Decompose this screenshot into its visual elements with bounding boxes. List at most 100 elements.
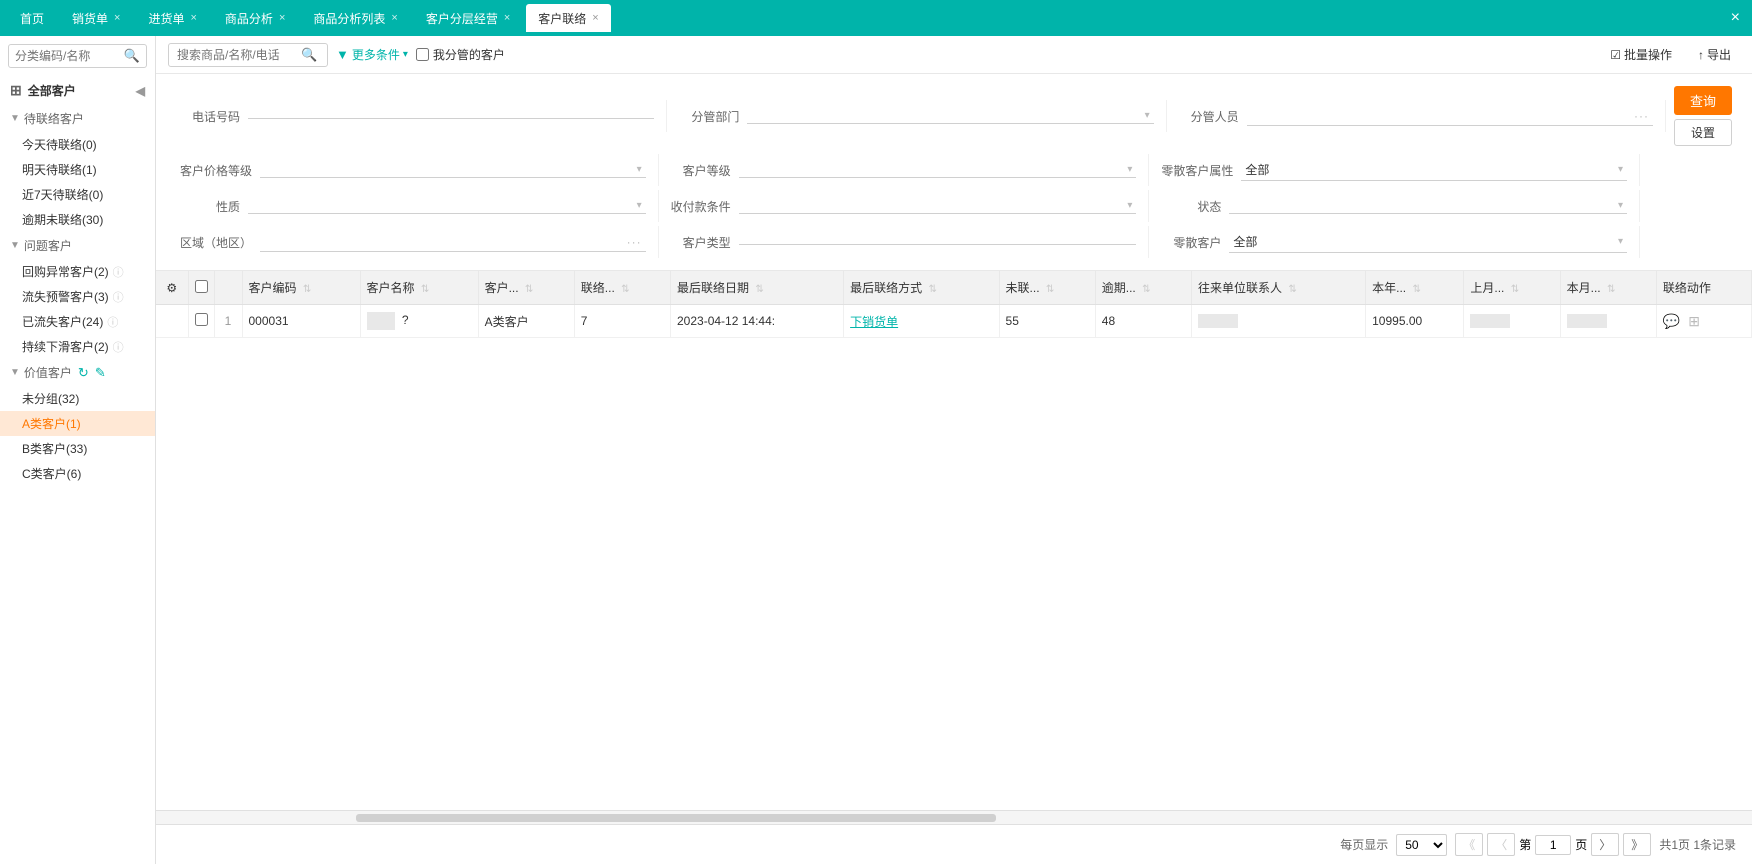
table-wrapper: ⚙ 客户编码 ⇅ 客户名称 ⇅	[156, 271, 1752, 810]
last-contact-method-column-header[interactable]: 最后联络方式 ⇅	[844, 271, 999, 305]
more-action-icon[interactable]: ⊞	[1688, 313, 1700, 330]
next-page-button[interactable]: 〉	[1591, 833, 1619, 856]
close-customer-layer-icon[interactable]: ×	[504, 12, 510, 24]
last-month-column-header[interactable]: 上月... ⇅	[1464, 271, 1560, 305]
close-purchase-icon[interactable]: ×	[190, 12, 196, 24]
sidebar-item-today[interactable]: 今天待联络(0)	[0, 132, 155, 157]
section-value-customers[interactable]: ▼ 价值客户 ↻ ✎	[0, 359, 155, 386]
sidebar-collapse-icon[interactable]: ◀	[136, 84, 145, 98]
this-month-column-header[interactable]: 本月... ⇅	[1560, 271, 1656, 305]
sidebar-item-repurchase-abnormal[interactable]: 回购异常客户(2) ⓘ	[0, 259, 155, 284]
sidebar-all-customers[interactable]: ⊞ 全部客户 ◀	[0, 76, 155, 105]
company-contact-column-header[interactable]: 往来单位联系人 ⇅	[1191, 271, 1365, 305]
customer-type-input[interactable]	[739, 240, 1137, 245]
retail-customer-input[interactable]: 全部 ▾	[1229, 231, 1627, 253]
nav-tab-sales[interactable]: 销货单 ×	[60, 4, 132, 32]
contacts-column-header[interactable]: 联络... ⇅	[574, 271, 670, 305]
nav-tab-home[interactable]: 首页	[8, 4, 56, 32]
export-button[interactable]: ↑ 导出	[1689, 42, 1740, 67]
company-contact-col-label: 往来单位联系人	[1198, 281, 1282, 295]
refresh-icon[interactable]: ↻	[78, 365, 89, 381]
sidebar-search-box[interactable]: 🔍	[8, 44, 147, 68]
customer-level-input[interactable]: ▾	[739, 162, 1137, 178]
sidebar-item-class-b[interactable]: B类客户(33)	[0, 436, 155, 461]
close-goods-analysis-icon[interactable]: ×	[279, 12, 285, 24]
close-customer-contact-icon[interactable]: ×	[592, 12, 598, 24]
checkbox-column-header[interactable]	[188, 271, 214, 305]
search-box[interactable]: 🔍	[168, 43, 328, 67]
last-contact-date-column-header[interactable]: 最后联络日期 ⇅	[671, 271, 844, 305]
nav-tab-goods-analysis[interactable]: 商品分析 ×	[213, 4, 297, 32]
page-size-select[interactable]: 50 10 20 100	[1396, 834, 1447, 856]
settings-button[interactable]: 设置	[1674, 119, 1732, 146]
scroll-thumb[interactable]	[356, 814, 996, 822]
retail-attr-input[interactable]: 全部 ▾	[1241, 159, 1627, 181]
nav-tab-customer-contact[interactable]: 客户联络 ×	[526, 4, 610, 32]
sidebar-search-icon[interactable]: 🔍	[124, 48, 140, 64]
edit-icon[interactable]: ✎	[95, 365, 106, 381]
search-icon[interactable]: 🔍	[301, 47, 317, 63]
phone-input[interactable]	[248, 114, 654, 119]
manager-input[interactable]: ···	[1247, 107, 1653, 126]
select-all-checkbox[interactable]	[195, 280, 208, 293]
section-problem-customers[interactable]: ▼ 问题客户	[0, 232, 155, 259]
horizontal-scrollbar[interactable]	[156, 810, 1752, 824]
nature-input[interactable]: ▾	[248, 198, 646, 214]
search-button[interactable]: 查询	[1674, 86, 1732, 115]
sidebar-item-declining[interactable]: 持续下滑客户(2) ⓘ	[0, 334, 155, 359]
sidebar-item-churned[interactable]: 已流失客户(24) ⓘ	[0, 309, 155, 334]
last-contact-date-col-label: 最后联络日期	[677, 281, 749, 295]
prev-page-button[interactable]: 〈	[1487, 833, 1515, 856]
close-sales-icon[interactable]: ×	[114, 12, 120, 24]
first-page-button[interactable]: 《	[1455, 833, 1483, 856]
sidebar-item-churn-warning[interactable]: 流失预警客户(3) ⓘ	[0, 284, 155, 309]
overdue-column-header[interactable]: 逾期... ⇅	[1095, 271, 1191, 305]
sidebar-search-input[interactable]	[15, 49, 124, 63]
status-input[interactable]: ▾	[1229, 198, 1627, 214]
nav-tab-purchase[interactable]: 进货单 ×	[136, 4, 208, 32]
code-column-header[interactable]: 客户编码 ⇅	[242, 271, 360, 305]
batch-op-button[interactable]: ☑ 批量操作	[1601, 42, 1681, 67]
row-code-cell[interactable]: 000031	[242, 305, 360, 338]
row-name-cell[interactable]: ?	[360, 305, 478, 338]
payment-input[interactable]: ▾	[739, 198, 1137, 214]
customer-type-column-header[interactable]: 客户... ⇅	[478, 271, 574, 305]
nav-tab-goods-list[interactable]: 商品分析列表 ×	[301, 4, 409, 32]
export-icon: ↑	[1698, 48, 1704, 62]
nav-tab-customer-layer[interactable]: 客户分层经营 ×	[414, 4, 522, 32]
today-contact-label: 今天待联络(0)	[22, 136, 97, 153]
row-last-contact-method[interactable]: 下销货单	[850, 315, 898, 329]
sidebar-item-tomorrow[interactable]: 明天待联络(1)	[0, 157, 155, 182]
churned-label: 已流失客户(24)	[22, 313, 103, 330]
row-checkbox-cell[interactable]	[188, 305, 214, 338]
sidebar-item-class-c[interactable]: C类客户(6)	[0, 461, 155, 486]
sidebar-item-class-a[interactable]: A类客户(1)	[0, 411, 155, 436]
name-column-header[interactable]: 客户名称 ⇅	[360, 271, 478, 305]
region-input[interactable]: ···	[260, 233, 646, 252]
close-all-button[interactable]: ×	[1727, 5, 1744, 31]
section-pending-contact[interactable]: ▼ 待联络客户	[0, 105, 155, 132]
field-retail-customer: 零散客户 全部 ▾	[1149, 226, 1640, 258]
my-customers-checkbox-label[interactable]: 我分管的客户	[416, 46, 505, 63]
current-year-column-header[interactable]: 本年... ⇅	[1366, 271, 1464, 305]
contact-action-icon[interactable]: 💬	[1663, 313, 1680, 330]
filter-row-4: 区域（地区） ··· 客户类型 零散客户 全部 ▾	[168, 226, 1740, 258]
row-last-contact-method-cell[interactable]: 下销货单	[844, 305, 999, 338]
retail-attr-label: 零散客户属性	[1161, 162, 1233, 179]
sidebar-item-overdue[interactable]: 逾期未联络(30)	[0, 207, 155, 232]
row-checkbox[interactable]	[195, 313, 208, 326]
more-filters-button[interactable]: ▼ 更多条件 ▾	[336, 46, 408, 63]
row-actions-cell[interactable]: 💬 ⊞	[1656, 305, 1751, 338]
price-level-input[interactable]: ▾	[260, 162, 646, 178]
last-page-button[interactable]: 》	[1623, 833, 1651, 856]
customer-level-label: 客户等级	[671, 162, 731, 179]
close-goods-list-icon[interactable]: ×	[391, 12, 397, 24]
sidebar-item-unclassified[interactable]: 未分组(32)	[0, 386, 155, 411]
sidebar-item-7days[interactable]: 近7天待联络(0)	[0, 182, 155, 207]
page-number-input[interactable]	[1535, 835, 1571, 855]
search-input[interactable]	[177, 48, 297, 62]
dept-input[interactable]: ▾	[747, 108, 1153, 124]
uncontacted-column-header[interactable]: 未联... ⇅	[999, 271, 1095, 305]
my-customers-checkbox[interactable]	[416, 48, 429, 61]
gear-column-header[interactable]: ⚙	[156, 271, 188, 305]
